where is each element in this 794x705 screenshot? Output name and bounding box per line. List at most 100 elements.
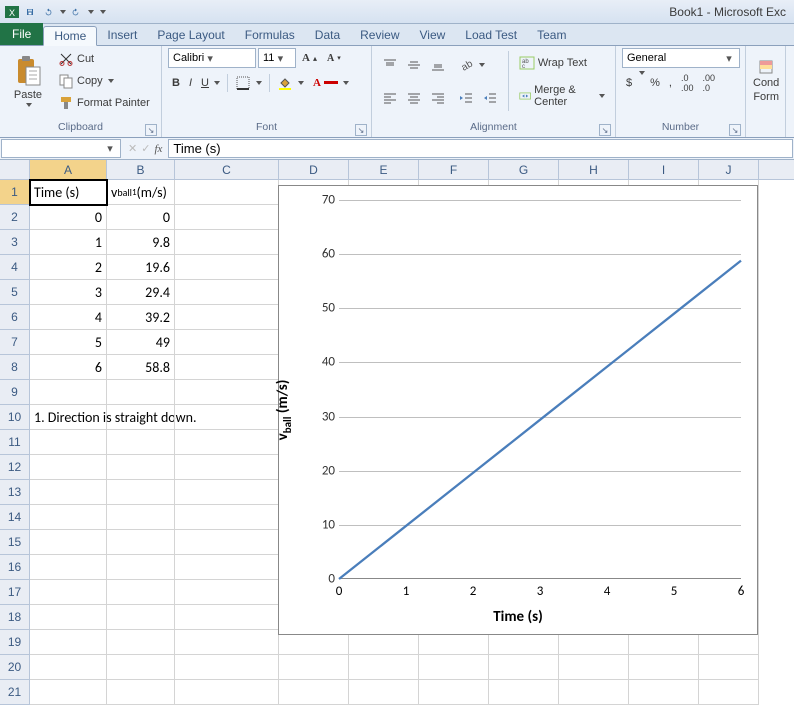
cell-C18[interactable] (175, 605, 279, 630)
row-header-11[interactable]: 11 (0, 430, 30, 455)
name-box[interactable]: ▾ (1, 139, 121, 158)
font-color-button[interactable]: A (309, 75, 353, 91)
row-header-13[interactable]: 13 (0, 480, 30, 505)
tab-data[interactable]: Data (305, 25, 350, 45)
redo-dropdown-icon[interactable] (88, 10, 94, 14)
row-header-19[interactable]: 19 (0, 630, 30, 655)
cell-A13[interactable] (30, 480, 107, 505)
cell-A10[interactable]: 1. Direction is straight down. (30, 405, 107, 430)
row-header-16[interactable]: 16 (0, 555, 30, 580)
column-header-I[interactable]: I (629, 160, 699, 179)
column-header-C[interactable]: C (175, 160, 279, 179)
cell-E20[interactable] (349, 655, 419, 680)
cell-A1[interactable]: Time (s) (30, 180, 107, 205)
row-header-18[interactable]: 18 (0, 605, 30, 630)
tab-home[interactable]: Home (43, 26, 97, 46)
row-header-12[interactable]: 12 (0, 455, 30, 480)
cell-C10[interactable] (175, 405, 279, 430)
cell-I20[interactable] (629, 655, 699, 680)
cell-B18[interactable] (107, 605, 175, 630)
cell-C2[interactable] (175, 205, 279, 230)
cell-C16[interactable] (175, 555, 279, 580)
align-middle-button[interactable] (402, 55, 426, 75)
decrease-indent-button[interactable] (454, 88, 478, 108)
cell-C5[interactable] (175, 280, 279, 305)
conditional-formatting-button[interactable]: Cond Form (752, 48, 780, 114)
cell-A14[interactable] (30, 505, 107, 530)
cell-G21[interactable] (489, 680, 559, 705)
bold-button[interactable]: B (168, 75, 184, 91)
cell-A11[interactable] (30, 430, 107, 455)
tab-review[interactable]: Review (350, 25, 409, 45)
paste-dropdown-icon[interactable] (26, 103, 32, 107)
tab-page-layout[interactable]: Page Layout (147, 25, 234, 45)
cell-B21[interactable] (107, 680, 175, 705)
borders-button[interactable] (231, 73, 266, 93)
cell-C13[interactable] (175, 480, 279, 505)
cut-button[interactable]: Cut (54, 49, 154, 69)
cell-J21[interactable] (699, 680, 759, 705)
underline-button[interactable]: U (197, 75, 224, 91)
number-dialog-icon[interactable]: ↘ (729, 124, 741, 136)
align-top-button[interactable] (378, 55, 402, 75)
cell-A15[interactable] (30, 530, 107, 555)
wrap-text-button[interactable]: abcWrap Text (515, 53, 609, 73)
align-right-button[interactable] (426, 88, 450, 108)
column-header-H[interactable]: H (559, 160, 629, 179)
cell-A9[interactable] (30, 380, 107, 405)
row-header-6[interactable]: 6 (0, 305, 30, 330)
tab-formulas[interactable]: Formulas (235, 25, 305, 45)
grow-font-button[interactable]: A▴ (298, 50, 321, 66)
cell-C17[interactable] (175, 580, 279, 605)
tab-load-test[interactable]: Load Test (455, 25, 527, 45)
cell-B8[interactable]: 58.8 (107, 355, 175, 380)
embedded-chart[interactable]: vball (m/s) 0102030405060700123456 Time … (278, 185, 758, 635)
column-header-B[interactable]: B (107, 160, 175, 179)
cell-A17[interactable] (30, 580, 107, 605)
row-header-20[interactable]: 20 (0, 655, 30, 680)
redo-icon[interactable] (68, 4, 84, 20)
cell-B12[interactable] (107, 455, 175, 480)
file-tab[interactable]: File (0, 23, 43, 45)
qat-customize-icon[interactable] (100, 10, 106, 14)
cell-B15[interactable] (107, 530, 175, 555)
cell-C1[interactable] (175, 180, 279, 205)
cell-D20[interactable] (279, 655, 349, 680)
cell-A2[interactable]: 0 (30, 205, 107, 230)
alignment-dialog-icon[interactable]: ↘ (599, 124, 611, 136)
cell-C4[interactable] (175, 255, 279, 280)
cell-B1[interactable]: vball1 (m/s) (107, 180, 175, 205)
cell-B19[interactable] (107, 630, 175, 655)
cell-B3[interactable]: 9.8 (107, 230, 175, 255)
cell-C20[interactable] (175, 655, 279, 680)
row-header-15[interactable]: 15 (0, 530, 30, 555)
cell-B16[interactable] (107, 555, 175, 580)
align-left-button[interactable] (378, 88, 402, 108)
cell-I21[interactable] (629, 680, 699, 705)
shrink-font-button[interactable]: A▾ (323, 51, 345, 66)
merge-center-button[interactable]: Merge & Center (515, 82, 609, 110)
percent-button[interactable]: % (646, 71, 664, 95)
copy-button[interactable]: Copy (54, 71, 154, 91)
cell-C6[interactable] (175, 305, 279, 330)
tab-team[interactable]: Team (527, 25, 576, 45)
cell-A8[interactable]: 6 (30, 355, 107, 380)
font-dialog-icon[interactable]: ↘ (355, 124, 367, 136)
cell-A21[interactable] (30, 680, 107, 705)
column-header-D[interactable]: D (279, 160, 349, 179)
cell-G20[interactable] (489, 655, 559, 680)
cell-A4[interactable]: 2 (30, 255, 107, 280)
align-center-button[interactable] (402, 88, 426, 108)
cell-A12[interactable] (30, 455, 107, 480)
cell-A6[interactable]: 4 (30, 305, 107, 330)
currency-button[interactable]: $ (622, 71, 636, 95)
cell-C9[interactable] (175, 380, 279, 405)
cell-B14[interactable] (107, 505, 175, 530)
cell-B11[interactable] (107, 430, 175, 455)
fx-icon[interactable]: fx (154, 143, 162, 155)
cell-C7[interactable] (175, 330, 279, 355)
cell-C11[interactable] (175, 430, 279, 455)
row-header-1[interactable]: 1 (0, 180, 30, 205)
cell-B13[interactable] (107, 480, 175, 505)
cell-D21[interactable] (279, 680, 349, 705)
